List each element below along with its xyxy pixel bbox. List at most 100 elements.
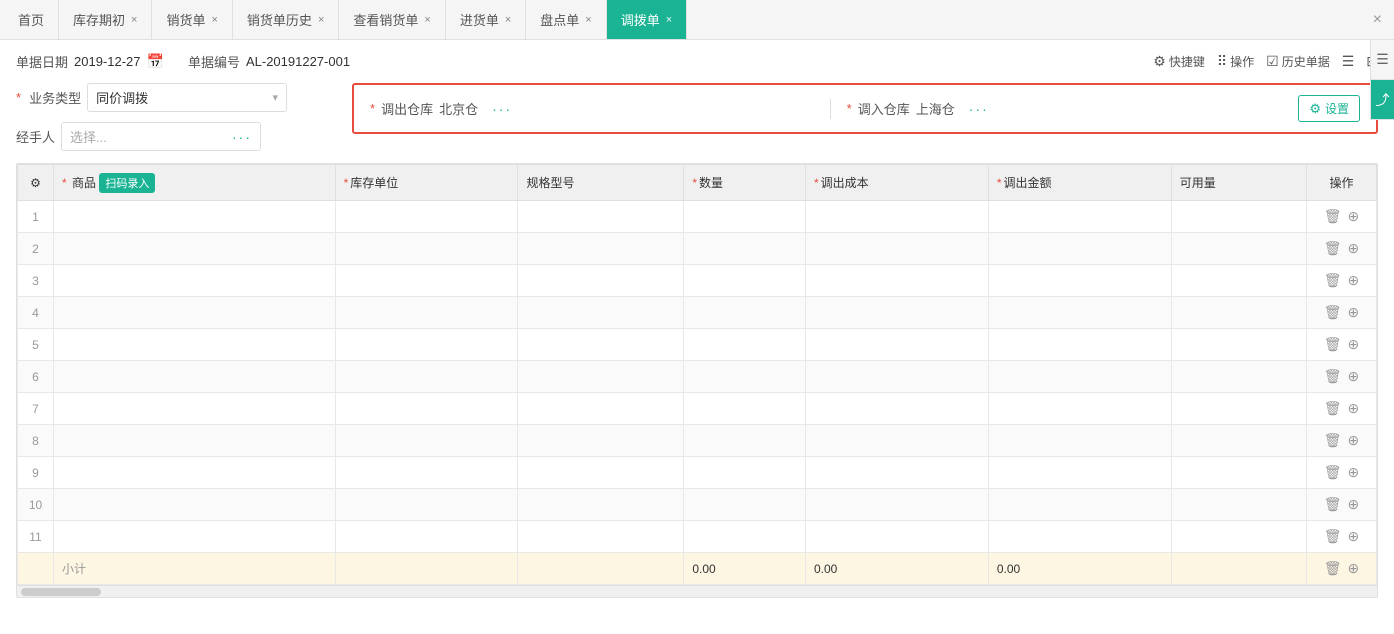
delete-icon[interactable]: 🗑	[1324, 560, 1342, 577]
handler-more-icon[interactable]: ···	[232, 129, 252, 145]
table-cell[interactable]	[335, 489, 518, 521]
table-cell[interactable]	[805, 265, 988, 297]
calendar-icon[interactable]: 📅	[147, 53, 164, 70]
table-cell[interactable]	[335, 297, 518, 329]
table-cell[interactable]	[988, 425, 1171, 457]
table-cell[interactable]	[335, 201, 518, 233]
delete-icon[interactable]: 🗑	[1324, 336, 1342, 353]
table-cell[interactable]	[988, 329, 1171, 361]
table-cell[interactable]	[335, 457, 518, 489]
table-cell[interactable]	[518, 233, 684, 265]
table-cell[interactable]	[518, 425, 684, 457]
copy-icon[interactable]: ⊕	[1348, 496, 1360, 513]
table-cell[interactable]	[335, 425, 518, 457]
table-cell[interactable]	[805, 425, 988, 457]
table-cell[interactable]	[1171, 201, 1306, 233]
table-cell[interactable]	[335, 233, 518, 265]
tab-inventory-init-close[interactable]: ×	[131, 14, 137, 26]
table-cell[interactable]	[54, 457, 336, 489]
table-cell[interactable]	[54, 489, 336, 521]
table-cell[interactable]	[805, 393, 988, 425]
tab-transfer-close[interactable]: ×	[666, 14, 672, 26]
business-type-select[interactable]: 同价调拨 ▾	[87, 83, 287, 112]
scan-button[interactable]: 扫码录入	[99, 173, 155, 193]
tab-transfer[interactable]: 调拨单 ×	[607, 0, 687, 39]
table-cell[interactable]	[54, 393, 336, 425]
table-cell[interactable]	[805, 457, 988, 489]
copy-icon[interactable]: ⊕	[1348, 560, 1360, 577]
table-cell[interactable]	[684, 265, 806, 297]
table-cell[interactable]	[518, 265, 684, 297]
tab-sales-order[interactable]: 销货单 ×	[152, 0, 232, 39]
delete-icon[interactable]: 🗑	[1324, 464, 1342, 481]
shortcut-btn[interactable]: ⚙ 快捷键	[1153, 53, 1205, 70]
table-cell[interactable]	[54, 297, 336, 329]
table-cell[interactable]	[805, 489, 988, 521]
table-cell[interactable]	[684, 393, 806, 425]
table-cell[interactable]	[518, 489, 684, 521]
table-cell[interactable]	[1171, 489, 1306, 521]
table-cell[interactable]	[335, 265, 518, 297]
table-cell[interactable]	[988, 201, 1171, 233]
table-cell[interactable]	[684, 297, 806, 329]
table-cell[interactable]	[684, 329, 806, 361]
table-cell[interactable]	[805, 297, 988, 329]
table-cell[interactable]	[684, 489, 806, 521]
table-cell[interactable]	[988, 521, 1171, 553]
table-cell[interactable]	[684, 425, 806, 457]
table-cell[interactable]	[988, 233, 1171, 265]
table-cell[interactable]	[54, 265, 336, 297]
table-cell[interactable]	[1171, 425, 1306, 457]
table-cell[interactable]	[335, 393, 518, 425]
table-cell[interactable]	[54, 361, 336, 393]
table-cell[interactable]	[54, 521, 336, 553]
table-cell[interactable]	[1171, 297, 1306, 329]
table-cell[interactable]	[805, 201, 988, 233]
table-cell[interactable]	[805, 521, 988, 553]
table-cell[interactable]	[518, 457, 684, 489]
delete-icon[interactable]: 🗑	[1324, 528, 1342, 545]
table-cell[interactable]	[988, 361, 1171, 393]
table-cell[interactable]	[988, 457, 1171, 489]
tab-home[interactable]: 首页	[4, 0, 59, 39]
handler-select[interactable]: 选择... ···	[61, 122, 261, 151]
layout-list-btn[interactable]: ☰	[1342, 53, 1355, 70]
table-cell[interactable]	[1171, 265, 1306, 297]
tab-inventory-count-close[interactable]: ×	[585, 14, 591, 26]
table-cell[interactable]	[518, 521, 684, 553]
table-cell[interactable]	[518, 361, 684, 393]
warehouse-out-more-icon[interactable]: ···	[492, 101, 512, 117]
table-cell[interactable]	[805, 233, 988, 265]
table-cell[interactable]	[1171, 457, 1306, 489]
table-cell[interactable]	[1171, 521, 1306, 553]
tab-purchase[interactable]: 进货单 ×	[446, 0, 526, 39]
settings-button[interactable]: ⚙ 设置	[1298, 95, 1360, 122]
table-cell[interactable]	[988, 297, 1171, 329]
table-cell[interactable]	[684, 521, 806, 553]
table-cell[interactable]	[684, 201, 806, 233]
tab-sales-history[interactable]: 销货单历史 ×	[233, 0, 339, 39]
delete-icon[interactable]: 🗑	[1324, 400, 1342, 417]
table-cell[interactable]	[988, 393, 1171, 425]
table-cell[interactable]	[335, 329, 518, 361]
table-cell[interactable]	[805, 361, 988, 393]
copy-icon[interactable]: ⊕	[1348, 528, 1360, 545]
table-cell[interactable]	[54, 233, 336, 265]
table-cell[interactable]	[518, 393, 684, 425]
operation-btn[interactable]: ⠿ 操作	[1217, 53, 1254, 70]
copy-icon[interactable]: ⊕	[1348, 208, 1360, 225]
close-all-button[interactable]: ×	[1361, 11, 1394, 29]
tab-sales-history-close[interactable]: ×	[318, 14, 324, 26]
copy-icon[interactable]: ⊕	[1348, 368, 1360, 385]
table-cell[interactable]	[684, 361, 806, 393]
tab-view-sales[interactable]: 查看销货单 ×	[339, 0, 445, 39]
table-cell[interactable]	[1171, 393, 1306, 425]
copy-icon[interactable]: ⊕	[1348, 464, 1360, 481]
table-cell[interactable]	[518, 297, 684, 329]
copy-icon[interactable]: ⊕	[1348, 304, 1360, 321]
table-cell[interactable]	[518, 329, 684, 361]
table-cell[interactable]	[805, 329, 988, 361]
tab-inventory-count[interactable]: 盘点单 ×	[526, 0, 606, 39]
history-btn[interactable]: ☑ 历史单据	[1266, 53, 1330, 70]
table-cell[interactable]	[988, 265, 1171, 297]
